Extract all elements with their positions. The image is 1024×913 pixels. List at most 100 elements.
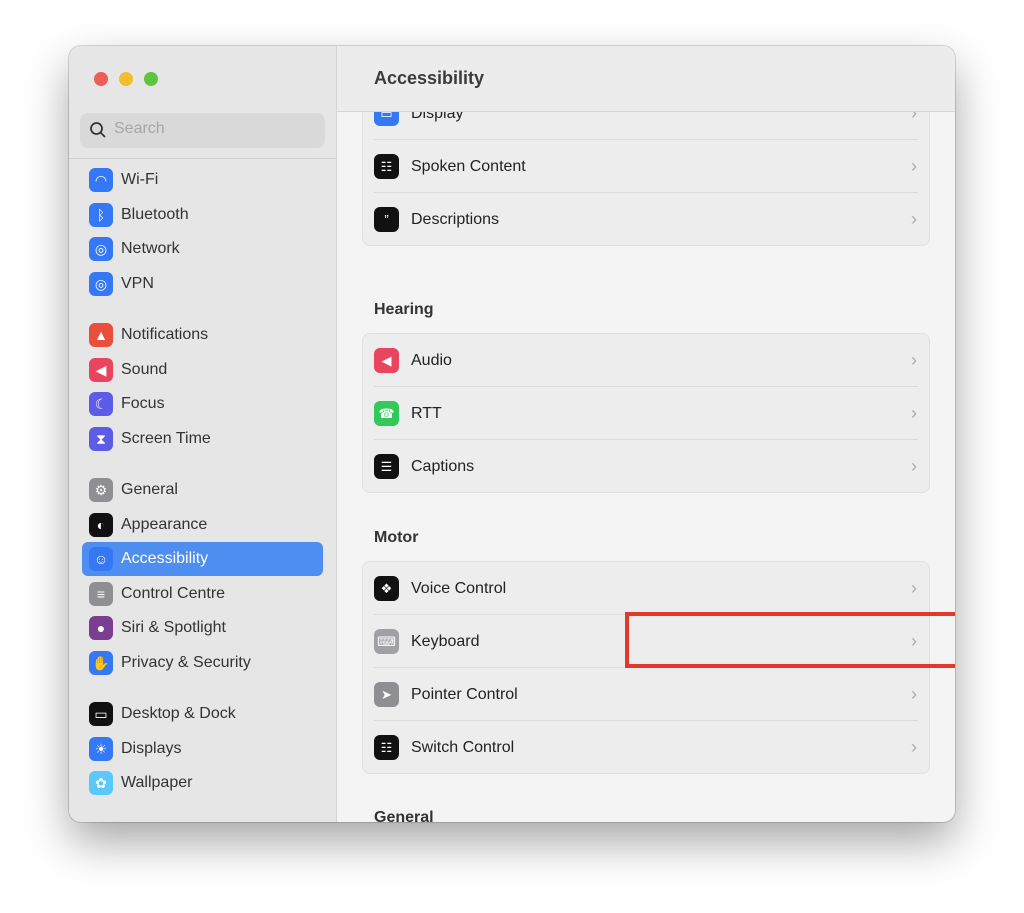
sidebar: ◠ Wi-Fi ᛒ Bluetooth ◎ Network ◎ VPN ▲ Notificatio… (69, 46, 337, 822)
sidebar-item-label: General (121, 481, 178, 498)
section-header: Hearing (374, 301, 434, 318)
sidebar-item-label: Privacy & Security (121, 654, 251, 671)
quote-bubble-icon: ” (374, 207, 399, 232)
section-header: Motor (374, 529, 419, 546)
row-label: Audio (411, 351, 452, 369)
sidebar-item-screen-time[interactable]: ⧗ Screen Time (82, 422, 323, 456)
sidebar-item-label: Wi-Fi (121, 171, 159, 188)
sidebar-item-label: Notifications (121, 326, 209, 343)
sidebar-item-label: Appearance (121, 516, 208, 533)
speech-bubble-icon: ☷ (374, 154, 399, 179)
row-rtt[interactable]: ☎ RTT › (363, 387, 929, 440)
row-switch-control[interactable]: ☷ Switch Control › (363, 721, 929, 774)
grid-icon: ☷ (374, 735, 399, 760)
close-button[interactable] (94, 72, 108, 86)
row-label: Captions (411, 457, 475, 475)
divider (69, 158, 337, 159)
sidebar-item-sound[interactable]: ◀ Sound (82, 353, 323, 387)
row-label: RTT (411, 404, 442, 422)
sidebar-item-notifications[interactable]: ▲ Notifications (82, 318, 323, 352)
chevron-right-icon: › (911, 578, 917, 598)
chevron-right-icon: › (911, 403, 917, 423)
wifi-icon: ◠ (89, 168, 113, 192)
search-icon (90, 122, 106, 138)
bell-icon: ▲ (89, 323, 113, 347)
sidebar-item-appearance[interactable]: ◐ Appearance (82, 508, 323, 542)
chevron-right-icon: › (911, 156, 917, 176)
sidebar-item-label: Control Centre (121, 585, 226, 602)
search-input[interactable] (114, 120, 314, 138)
row-label: Voice Control (411, 579, 507, 597)
sidebar-item-label: Wallpaper (121, 774, 193, 791)
main-content: Accessibility ▭ Display › ☷ Spoken Content ›”… (337, 46, 955, 822)
sidebar-item-general[interactable]: ⚙ General (82, 473, 323, 507)
search-field[interactable] (80, 113, 325, 148)
sun-icon: ☀ (89, 737, 113, 761)
moon-icon: ☾ (89, 392, 113, 416)
row-label: Spoken Content (411, 157, 526, 175)
sidebar-item-control-centre[interactable]: ≡ Control Centre (82, 577, 323, 611)
row-voice-control[interactable]: ❖ Voice Control › (363, 562, 929, 615)
flower-icon: ✿ (89, 771, 113, 795)
settings-window: ◠ Wi-Fi ᛒ Bluetooth ◎ Network ◎ VPN ▲ Notificatio… (69, 46, 955, 822)
sidebar-item-label: Sound (121, 361, 168, 378)
sidebar-item-label: VPN (121, 275, 154, 292)
gear-icon: ⚙ (89, 478, 113, 502)
toolbar: Accessibility (337, 46, 955, 112)
sidebar-item-privacy-security[interactable]: ✋ Privacy & Security (82, 646, 323, 680)
chevron-right-icon: › (911, 209, 917, 229)
globe-icon: ◎ (89, 237, 113, 261)
row-pointer-control[interactable]: ➤ Pointer Control › (363, 668, 929, 721)
sidebar-item-siri-spotlight[interactable]: ● Siri & Spotlight (82, 611, 323, 645)
zoom-button[interactable] (144, 72, 158, 86)
pointer-icon: ➤ (374, 682, 399, 707)
chevron-right-icon: › (911, 456, 917, 476)
sidebar-item-bluetooth[interactable]: ᛒ Bluetooth (82, 198, 323, 232)
sidebar-item-vpn[interactable]: ◎ VPN (82, 267, 323, 301)
sidebar-item-label: Accessibility (121, 550, 209, 567)
hand-icon: ✋ (89, 651, 113, 675)
chevron-right-icon: › (911, 684, 917, 704)
sidebar-item-label: Displays (121, 740, 182, 757)
toggles-icon: ≡ (89, 582, 113, 606)
sidebar-item-label: Siri & Spotlight (121, 619, 226, 636)
accessibility-icon: ☺ (89, 547, 113, 571)
sidebar-item-wallpaper[interactable]: ✿ Wallpaper (82, 766, 323, 800)
voice-control-icon: ❖ (374, 576, 399, 601)
row-label: Pointer Control (411, 685, 518, 703)
settings-group: ◀ Audio › ☎ RTT › ☰ Captions › (362, 333, 930, 493)
sidebar-item-desktop-dock[interactable]: ▭ Desktop & Dock (82, 697, 323, 731)
captions-icon: ☰ (374, 454, 399, 479)
page-title: Accessibility (374, 68, 485, 88)
row-descriptions[interactable]: ” Descriptions › (363, 193, 929, 246)
row-spoken-content[interactable]: ☷ Spoken Content › (363, 140, 929, 193)
minimize-button[interactable] (119, 72, 133, 86)
sidebar-item-network[interactable]: ◎ Network (82, 232, 323, 266)
hourglass-icon: ⧗ (89, 427, 113, 451)
vpn-globe-icon: ◎ (89, 272, 113, 296)
sidebar-item-label: Bluetooth (121, 206, 189, 223)
sidebar-item-accessibility[interactable]: ☺ Accessibility (82, 542, 323, 576)
sidebar-item-displays[interactable]: ☀ Displays (82, 732, 323, 766)
phone-icon: ☎ (374, 401, 399, 426)
sidebar-item-label: Screen Time (121, 430, 211, 447)
row-label: Switch Control (411, 738, 515, 756)
sidebar-item-label: Network (121, 240, 180, 257)
sidebar-item-wi-fi[interactable]: ◠ Wi-Fi (82, 163, 323, 197)
speaker-icon: ◀ (89, 358, 113, 382)
row-captions[interactable]: ☰ Captions › (363, 440, 929, 493)
chevron-right-icon: › (911, 737, 917, 757)
siri-icon: ● (89, 616, 113, 640)
row-label: Keyboard (411, 632, 480, 650)
dock-icon: ▭ (89, 702, 113, 726)
appearance-icon: ◐ (89, 513, 113, 537)
row-audio[interactable]: ◀ Audio › (363, 334, 929, 387)
section-header: General (374, 809, 434, 822)
bluetooth-icon: ᛒ (89, 203, 113, 227)
keyboard-icon: ⌨ (374, 629, 399, 654)
sidebar-item-label: Focus (121, 395, 165, 412)
sidebar-item-focus[interactable]: ☾ Focus (82, 387, 323, 421)
speaker-icon: ◀ (374, 348, 399, 373)
row-label: Descriptions (411, 210, 500, 228)
chevron-right-icon: › (911, 350, 917, 370)
